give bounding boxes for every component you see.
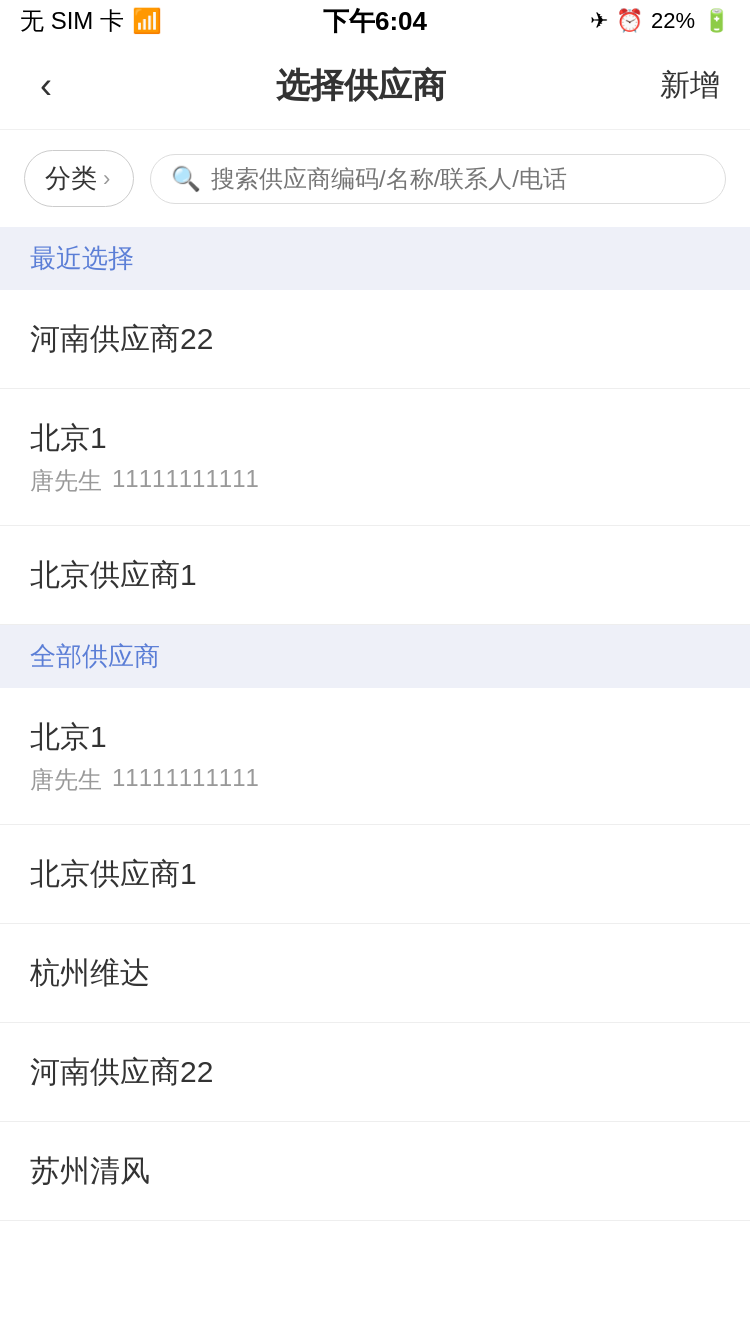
all-item-4-name: 苏州清风 xyxy=(30,1150,720,1192)
recent-item-1-contact: 唐先生 xyxy=(30,465,102,497)
recent-item-0-name: 河南供应商22 xyxy=(30,318,720,360)
recent-item-2[interactable]: 北京供应商1 xyxy=(0,526,750,625)
recent-item-2-name: 北京供应商1 xyxy=(30,554,720,596)
alarm-icon: ⏰ xyxy=(616,8,643,34)
all-item-3[interactable]: 河南供应商22 xyxy=(0,1023,750,1122)
battery-text: 22% xyxy=(651,8,695,34)
status-bar: 无 SIM 卡 📶 下午6:04 ✈ ⏰ 22% 🔋 xyxy=(0,0,750,42)
search-box[interactable]: 🔍 xyxy=(150,154,726,204)
all-item-0[interactable]: 北京1 唐先生 11111111111 xyxy=(0,688,750,825)
recent-section-header: 最近选择 xyxy=(0,227,750,290)
search-input[interactable] xyxy=(211,165,705,193)
nav-bar: ‹ 选择供应商 新增 xyxy=(0,42,750,130)
add-button[interactable]: 新增 xyxy=(660,65,720,106)
all-item-1-name: 北京供应商1 xyxy=(30,853,720,895)
recent-section-label: 最近选择 xyxy=(30,243,134,273)
all-item-2-name: 杭州维达 xyxy=(30,952,720,994)
search-icon: 🔍 xyxy=(171,165,201,193)
all-section-label: 全部供应商 xyxy=(30,641,160,671)
filter-bar: 分类 › 🔍 xyxy=(0,130,750,227)
category-label: 分类 xyxy=(45,161,97,196)
back-button[interactable]: ‹ xyxy=(30,55,62,117)
all-item-1[interactable]: 北京供应商1 xyxy=(0,825,750,924)
recent-item-1-sub: 唐先生 11111111111 xyxy=(30,465,720,497)
all-item-2[interactable]: 杭州维达 xyxy=(0,924,750,1023)
category-button[interactable]: 分类 › xyxy=(24,150,134,207)
all-item-0-sub: 唐先生 11111111111 xyxy=(30,764,720,796)
battery-icon: 🔋 xyxy=(703,8,730,34)
recent-item-0[interactable]: 河南供应商22 xyxy=(0,290,750,389)
all-item-4[interactable]: 苏州清风 xyxy=(0,1122,750,1221)
all-items-list: 北京1 唐先生 11111111111 北京供应商1 杭州维达 河南供应商22 … xyxy=(0,688,750,1221)
all-item-0-contact: 唐先生 xyxy=(30,764,102,796)
status-right: ✈ ⏰ 22% 🔋 xyxy=(590,8,730,34)
all-item-3-name: 河南供应商22 xyxy=(30,1051,720,1093)
recent-item-1-phone: 11111111111 xyxy=(112,465,259,497)
recent-items-list: 河南供应商22 北京1 唐先生 11111111111 北京供应商1 xyxy=(0,290,750,625)
all-section-header: 全部供应商 xyxy=(0,625,750,688)
all-item-0-phone: 11111111111 xyxy=(112,764,259,796)
location-icon: ✈ xyxy=(590,8,608,34)
page-title: 选择供应商 xyxy=(276,63,446,109)
recent-item-1[interactable]: 北京1 唐先生 11111111111 xyxy=(0,389,750,526)
no-sim-text: 无 SIM 卡 xyxy=(20,5,124,37)
wifi-icon: 📶 xyxy=(132,7,162,35)
chevron-right-icon: › xyxy=(103,166,110,192)
recent-item-1-name: 北京1 xyxy=(30,417,720,459)
status-time: 下午6:04 xyxy=(323,4,427,39)
all-item-0-name: 北京1 xyxy=(30,716,720,758)
status-left: 无 SIM 卡 📶 xyxy=(20,5,162,37)
